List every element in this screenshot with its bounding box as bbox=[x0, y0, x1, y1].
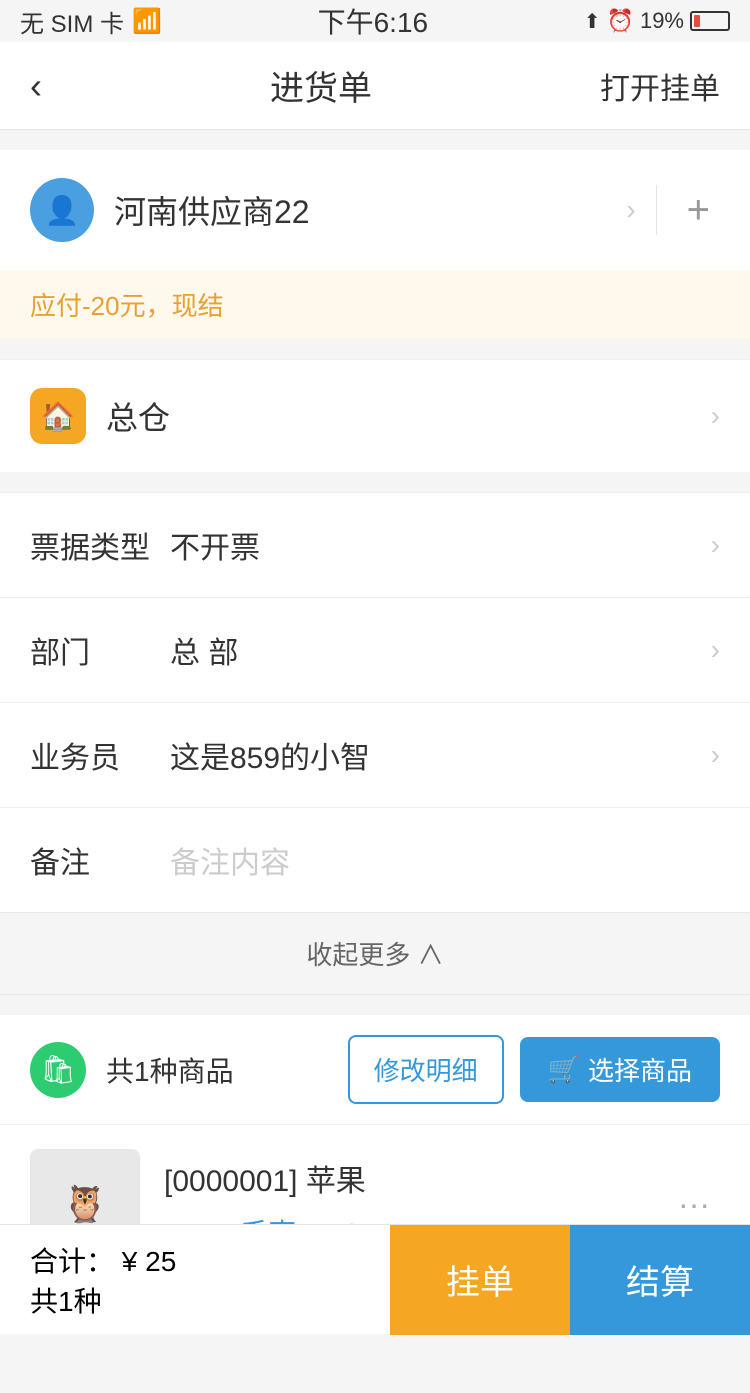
form-card: 票据类型 不开票 › 部门 总 部 › 业务员 这是859的小智 › 备注 备注… bbox=[0, 492, 750, 912]
supplier-name: 河南供应商22 bbox=[114, 187, 626, 233]
status-time: 下午6:16 bbox=[318, 1, 429, 41]
salesman-chevron-icon: › bbox=[711, 739, 720, 771]
product-count-label: 共1种商品 bbox=[106, 1050, 348, 1090]
battery-percent: 19% bbox=[640, 8, 684, 34]
footer-total: 合计： ¥ 25 共1种 bbox=[0, 1240, 390, 1320]
back-button[interactable]: ‹ bbox=[30, 65, 42, 107]
nav-bar: ‹ 进货单 打开挂单 bbox=[0, 42, 750, 130]
open-pending-button[interactable]: 打开挂单 bbox=[600, 64, 720, 108]
page-title: 进货单 bbox=[270, 61, 372, 110]
salesman-row[interactable]: 业务员 这是859的小智 › bbox=[0, 702, 750, 807]
status-right: ⬆ ⏰ 19% bbox=[584, 8, 730, 34]
invoice-type-label: 票据类型 bbox=[30, 523, 170, 567]
warehouse-chevron-icon: › bbox=[711, 400, 720, 432]
product-more-button[interactable]: ··· bbox=[668, 1186, 720, 1223]
invoice-type-row[interactable]: 票据类型 不开票 › bbox=[0, 492, 750, 597]
product-icon: 🛍 bbox=[30, 1042, 86, 1098]
product-thumb-icon: 🦉 bbox=[63, 1183, 108, 1225]
carrier-label: 无 SIM 卡 bbox=[20, 4, 124, 39]
invoice-type-value: 不开票 bbox=[170, 523, 711, 567]
add-supplier-button[interactable]: + bbox=[677, 188, 720, 233]
total-count: 共1种 bbox=[30, 1280, 360, 1320]
invoice-type-chevron-icon: › bbox=[711, 529, 720, 561]
warehouse-card: 🏠 总仓 › bbox=[0, 359, 750, 472]
section-gap-3 bbox=[0, 472, 750, 492]
edit-detail-button[interactable]: 修改明细 bbox=[348, 1035, 504, 1104]
warehouse-icon: 🏠 bbox=[30, 388, 86, 444]
battery-fill bbox=[694, 15, 700, 27]
product-header: 🛍 共1种商品 修改明细 🛒 选择商品 bbox=[0, 995, 750, 1124]
select-product-button[interactable]: 🛒 选择商品 bbox=[520, 1037, 720, 1102]
status-left: 无 SIM 卡 📶 bbox=[20, 4, 162, 39]
footer: 合计： ¥ 25 共1种 挂单 结算 bbox=[0, 1224, 750, 1334]
supplier-avatar: 👤 bbox=[30, 178, 94, 242]
pending-button[interactable]: 挂单 bbox=[390, 1225, 570, 1335]
collapse-button[interactable]: 收起更多 ∧ bbox=[0, 912, 750, 995]
product-id: [0000001] bbox=[164, 1165, 297, 1198]
remark-row[interactable]: 备注 备注内容 bbox=[0, 807, 750, 912]
warehouse-name: 总仓 bbox=[106, 393, 711, 439]
warehouse-row[interactable]: 🏠 总仓 › bbox=[0, 359, 750, 472]
settle-button[interactable]: 结算 bbox=[570, 1225, 750, 1335]
alarm-icon: ⏰ bbox=[607, 8, 634, 34]
department-row[interactable]: 部门 总 部 › bbox=[0, 597, 750, 702]
section-gap-2 bbox=[0, 339, 750, 359]
department-chevron-icon: › bbox=[711, 634, 720, 666]
total-amount: ¥ 25 bbox=[122, 1246, 177, 1277]
remark-label: 备注 bbox=[30, 838, 170, 882]
payment-notice: 应付-20元，现结 bbox=[0, 270, 750, 339]
product-title: 苹果 bbox=[306, 1165, 366, 1198]
select-product-label: 选择商品 bbox=[588, 1051, 692, 1088]
salesman-value: 这是859的小智 bbox=[170, 733, 711, 777]
status-bar: 无 SIM 卡 📶 下午6:16 ⬆ ⏰ 19% bbox=[0, 0, 750, 42]
supplier-divider bbox=[656, 185, 657, 235]
supplier-card: 👤 河南供应商22 › + 应付-20元，现结 bbox=[0, 150, 750, 339]
department-value: 总 部 bbox=[170, 628, 711, 672]
total-label: 合计： bbox=[30, 1246, 114, 1277]
product-name: [0000001] 苹果 bbox=[164, 1156, 668, 1200]
supplier-row[interactable]: 👤 河南供应商22 › + bbox=[0, 150, 750, 270]
select-product-icon: 🛒 bbox=[548, 1054, 580, 1085]
supplier-chevron-icon: › bbox=[626, 194, 635, 226]
section-gap-1 bbox=[0, 130, 750, 150]
department-label: 部门 bbox=[30, 628, 170, 672]
remark-input[interactable]: 备注内容 bbox=[170, 838, 720, 882]
salesman-label: 业务员 bbox=[30, 733, 170, 777]
wifi-icon: 📶 bbox=[132, 7, 162, 36]
location-icon: ⬆ bbox=[584, 9, 601, 34]
product-bag-icon: 🛍 bbox=[40, 1053, 76, 1086]
total-row: 合计： ¥ 25 bbox=[30, 1240, 360, 1280]
avatar-icon: 👤 bbox=[45, 194, 80, 227]
battery-bar bbox=[690, 11, 730, 31]
